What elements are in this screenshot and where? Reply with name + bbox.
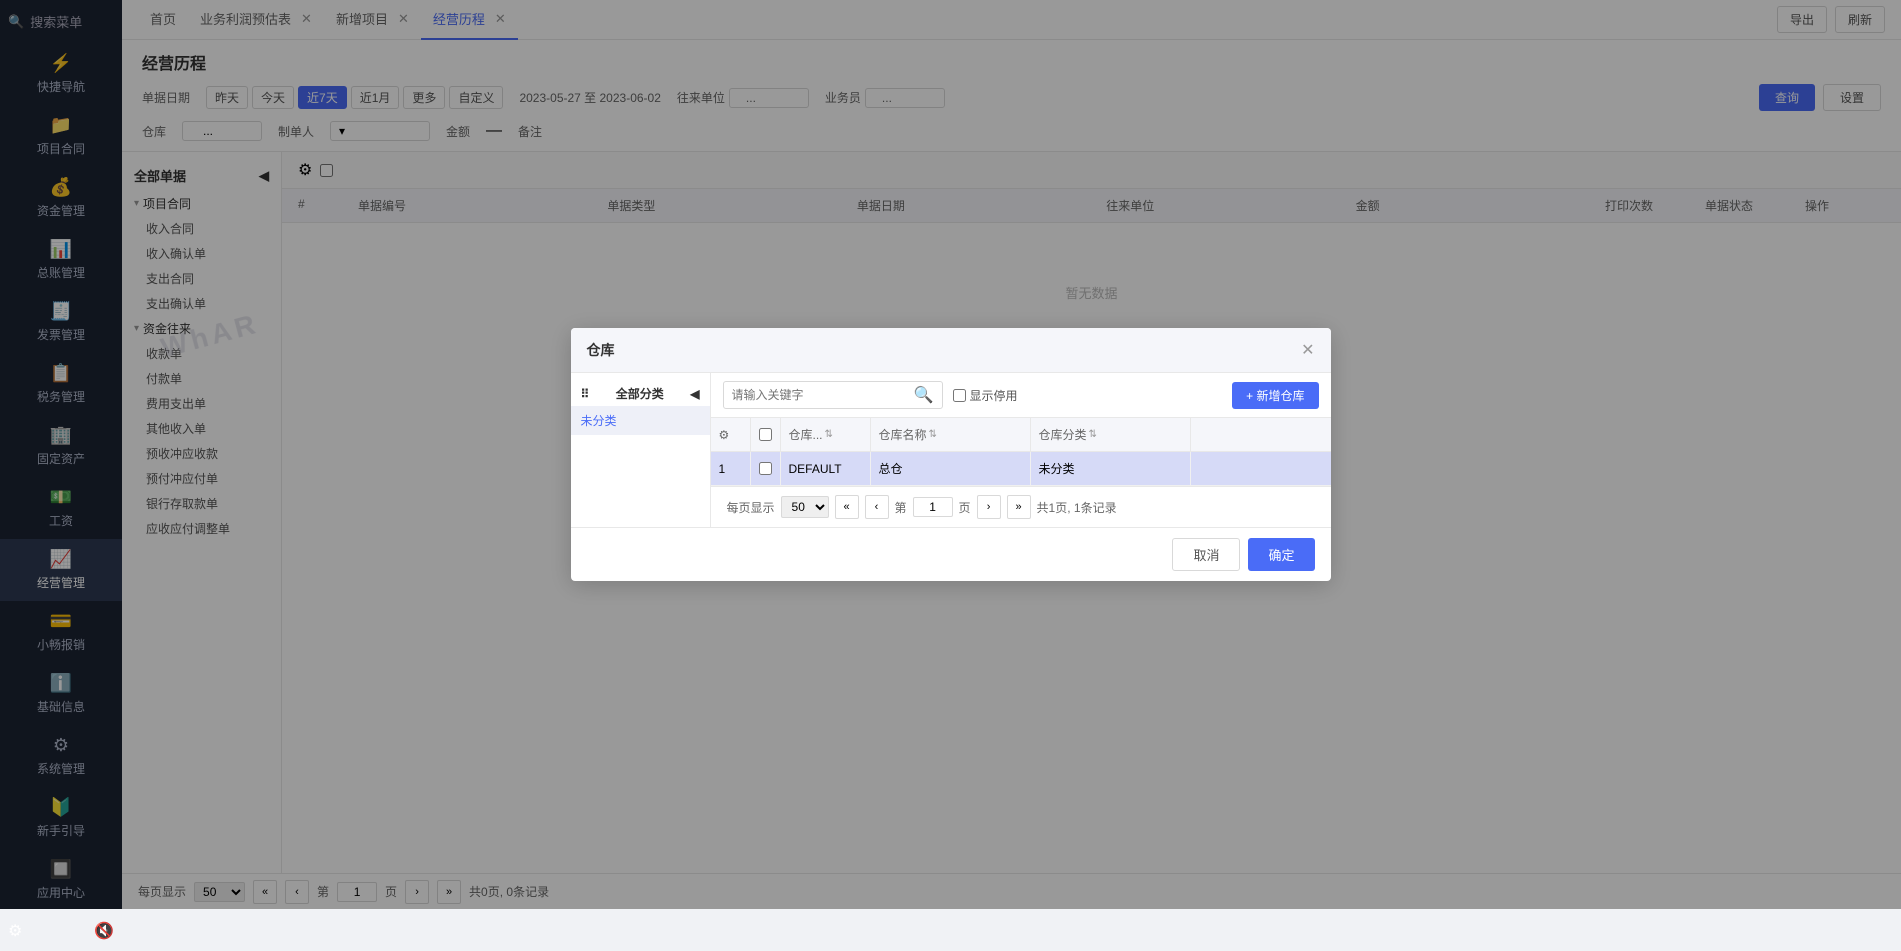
per-page-label: 每页显示	[727, 499, 775, 516]
th-warehouse-code: 仓库... ⇅	[781, 418, 871, 451]
sidebar-bottom: ⚙ 🔇	[0, 911, 122, 951]
all-categories-icon: ⠿	[581, 387, 590, 401]
th-warehouse-name: 仓库名称 ⇅	[871, 418, 1031, 451]
page-unit: 页	[959, 499, 971, 516]
modal-header: 仓库 ✕	[571, 328, 1331, 373]
confirm-button[interactable]: 确定	[1248, 538, 1314, 571]
modal-pagination: 每页显示 50 « ‹ 第 页 › » 共1页, 1条记录	[711, 486, 1331, 527]
select-all-modal-checkbox[interactable]	[759, 428, 772, 441]
sort-icon: ⇅	[1089, 429, 1097, 440]
modal-right-panel: 🔍 显示停用 + 新增仓库 ⚙	[711, 373, 1331, 527]
th-warehouse-code-label: 仓库...	[789, 426, 823, 443]
modal-toolbar: 🔍 显示停用 + 新增仓库	[711, 373, 1331, 418]
modal-search-input[interactable]	[732, 388, 910, 402]
td-num: 1	[711, 452, 751, 485]
modal-total-text: 共1页, 1条记录	[1037, 499, 1117, 516]
modal-page-input[interactable]	[913, 497, 953, 517]
td-checkbox[interactable]	[751, 452, 781, 485]
modal-page-prev[interactable]: ‹	[865, 495, 889, 519]
th-warehouse-category: 仓库分类 ⇅	[1031, 418, 1191, 451]
warehouse-modal: 仓库 ✕ ⠿ 全部分类 ◀ 未分类 🔍	[571, 328, 1331, 581]
show-disabled-checkbox[interactable]	[953, 389, 966, 402]
all-categories-label: 全部分类	[616, 385, 664, 402]
add-warehouse-button[interactable]: + 新增仓库	[1232, 382, 1318, 409]
show-disabled-label: 显示停用	[970, 387, 1018, 404]
modal-left-header: ⠿ 全部分类 ◀	[571, 381, 710, 406]
modal-table: ⚙ 仓库... ⇅ 仓库名称 ⇅ 仓库分类	[711, 418, 1331, 486]
modal-action-footer: 取消 确定	[571, 527, 1331, 581]
sort-icon: ⇅	[929, 429, 937, 440]
modal-page-next[interactable]: ›	[977, 495, 1001, 519]
search-icon: 🔍	[914, 385, 934, 405]
modal-category-panel: ⠿ 全部分类 ◀ 未分类	[571, 373, 711, 527]
modal-overlay: 仓库 ✕ ⠿ 全部分类 ◀ 未分类 🔍	[0, 0, 1901, 909]
page-label: 第	[895, 499, 907, 516]
td-name: 总仓	[871, 452, 1031, 485]
volume-icon[interactable]: 🔇	[94, 921, 114, 941]
td-category: 未分类	[1031, 452, 1191, 485]
modal-body: ⠿ 全部分类 ◀ 未分类 🔍 显示停用	[571, 373, 1331, 527]
cancel-button[interactable]: 取消	[1172, 538, 1240, 571]
modal-table-row[interactable]: 1 DEFAULT 总仓 未分类	[711, 452, 1331, 486]
th-settings: ⚙	[711, 418, 751, 451]
modal-category-item-uncategorized[interactable]: 未分类	[571, 406, 710, 435]
sort-icon: ⇅	[825, 429, 833, 440]
modal-page-first[interactable]: «	[835, 495, 859, 519]
modal-title: 仓库	[587, 340, 615, 360]
modal-per-page-select[interactable]: 50	[781, 496, 829, 518]
modal-table-header: ⚙ 仓库... ⇅ 仓库名称 ⇅ 仓库分类	[711, 418, 1331, 452]
th-checkbox[interactable]	[751, 418, 781, 451]
td-code: DEFAULT	[781, 452, 871, 485]
modal-page-last[interactable]: »	[1007, 495, 1031, 519]
modal-search-box: 🔍	[723, 381, 943, 409]
th-warehouse-name-label: 仓库名称	[879, 426, 927, 443]
collapse-left-icon[interactable]: ◀	[690, 387, 699, 401]
row-checkbox[interactable]	[759, 462, 772, 475]
th-warehouse-category-label: 仓库分类	[1039, 426, 1087, 443]
modal-close-button[interactable]: ✕	[1301, 340, 1314, 360]
settings-icon[interactable]: ⚙	[8, 921, 22, 941]
show-disabled-toggle: 显示停用	[953, 387, 1018, 404]
